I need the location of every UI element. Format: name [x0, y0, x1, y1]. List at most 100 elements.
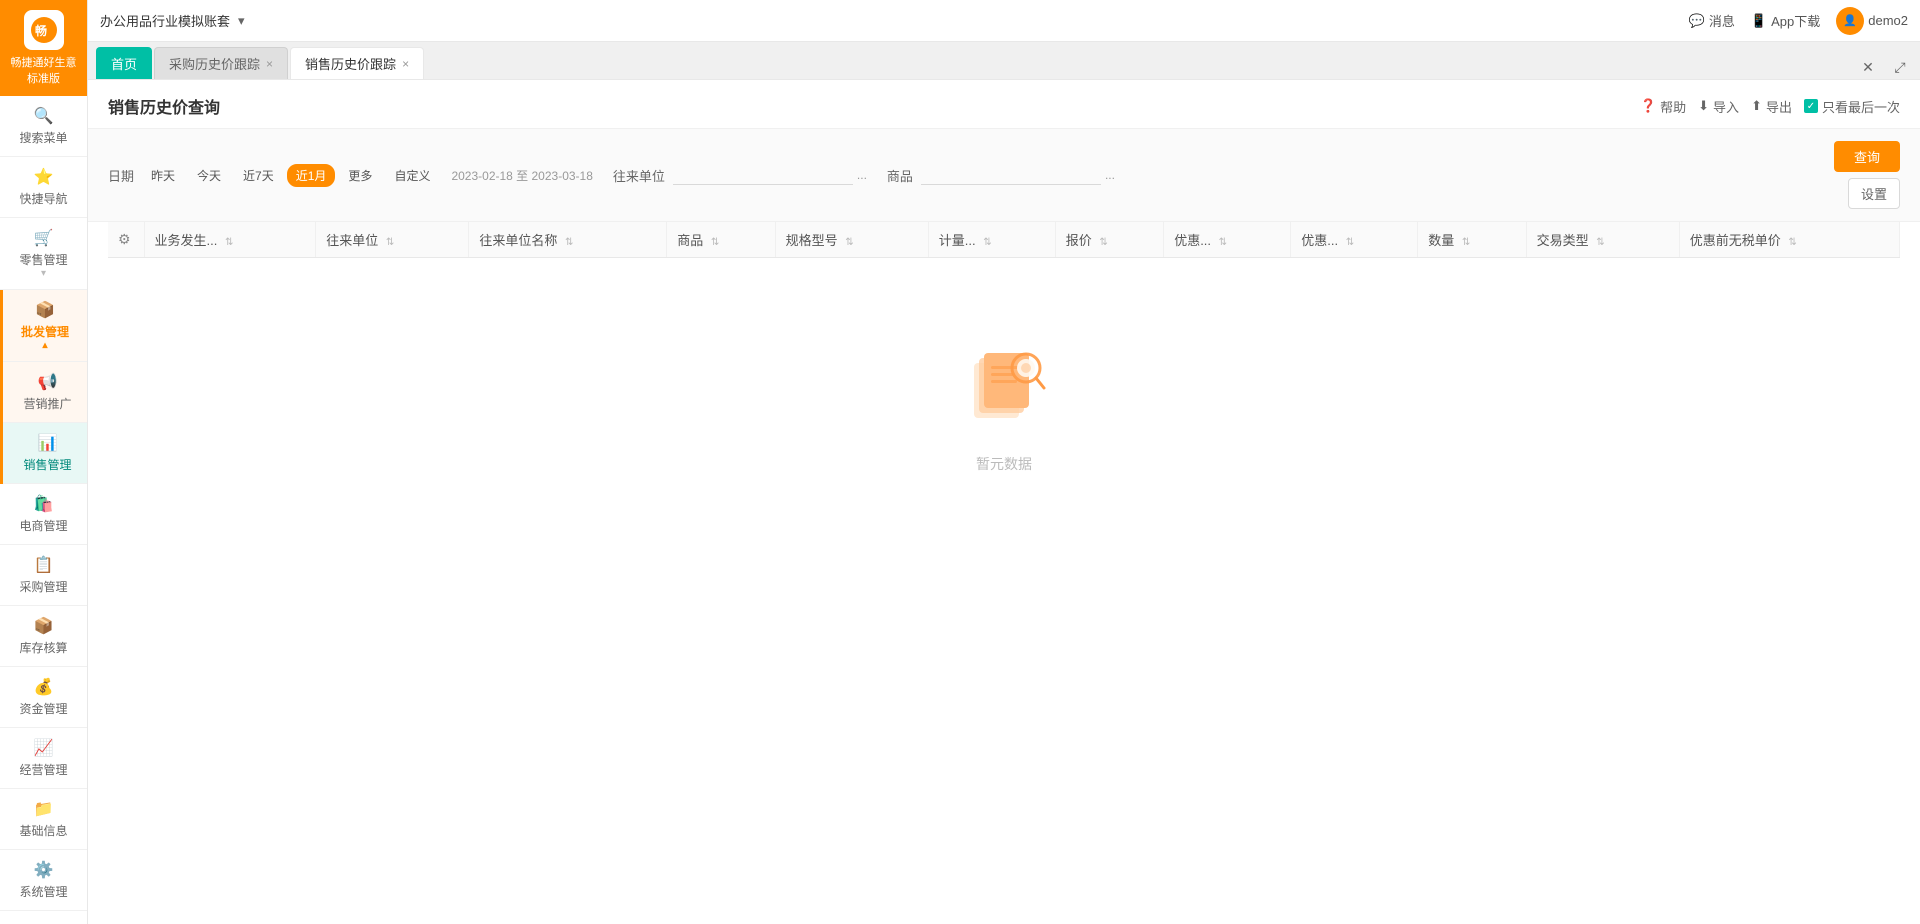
counterpart-dots[interactable]: ... — [857, 168, 867, 182]
sidebar-item-finance[interactable]: 💰 资金管理 — [0, 667, 87, 728]
message-btn[interactable]: 💬 消息 — [1689, 11, 1735, 30]
sidebar-item-operations[interactable]: 📈 经营管理 — [0, 728, 87, 789]
marketing-icon: 📢 — [38, 372, 58, 392]
purchase-mgmt-icon: 📋 — [34, 555, 54, 575]
tab-maximize-btn[interactable]: ⤢ — [1888, 55, 1912, 79]
app-download-icon: 📱 — [1751, 13, 1767, 29]
system-mgmt-icon: ⚙️ — [34, 860, 54, 880]
svg-text:畅: 畅 — [35, 23, 47, 38]
app-download-btn[interactable]: 📱 App下载 — [1751, 11, 1820, 30]
sort-icon-product: ⇅ — [711, 237, 719, 248]
topbar-title: 办公用品行业模拟账套 — [100, 11, 230, 30]
table-col-biz-date[interactable]: 业务发生... ⇅ — [144, 222, 316, 258]
date-filter-group: 日期 昨天 今天 近7天 近1月 更多 自定义 2023-02-18 至 202… — [108, 164, 593, 187]
table-wrapper: ⚙ 业务发生... ⇅ 往来单位 ⇅ 往来单位名称 ⇅ — [88, 222, 1920, 258]
sidebar-item-quick-nav[interactable]: ⭐ 快捷导航 — [0, 157, 87, 218]
counterpart-input[interactable] — [673, 165, 853, 185]
date-btn-yesterday[interactable]: 昨天 — [142, 164, 184, 187]
table-col-product[interactable]: 商品 ⇅ — [667, 222, 775, 258]
sort-icon-unit: ⇅ — [983, 237, 991, 248]
topbar-dropdown-icon[interactable]: ▾ — [238, 13, 245, 29]
sidebar-item-wholesale-mgmt[interactable]: 📦 批发管理 ▴ — [3, 290, 87, 362]
only-last-checkbox-label[interactable]: 只看最后一次 — [1804, 97, 1900, 116]
sidebar-item-ecommerce[interactable]: 🛍️ 电商管理 — [0, 484, 87, 545]
table-col-settings[interactable]: ⚙ — [108, 222, 144, 258]
sidebar-item-search-menu[interactable]: 🔍 搜索菜单 — [0, 96, 87, 157]
table-col-counterpart-name[interactable]: 往来单位名称 ⇅ — [469, 222, 667, 258]
message-icon: 💬 — [1689, 13, 1705, 29]
sort-icon-biz-date: ⇅ — [225, 237, 233, 248]
table-col-pretax-price[interactable]: 优惠前无税单价 ⇅ — [1679, 222, 1899, 258]
tab-sales-history-close[interactable]: × — [402, 57, 409, 71]
settings-button[interactable]: 设置 — [1848, 178, 1900, 209]
date-btn-custom[interactable]: 自定义 — [385, 164, 439, 187]
help-btn[interactable]: ❓ 帮助 — [1640, 97, 1686, 116]
sort-icon-counterpart-code: ⇅ — [386, 237, 394, 248]
sidebar-item-purchase-mgmt[interactable]: 📋 采购管理 — [0, 545, 87, 606]
product-input-wrapper: ... — [921, 165, 1115, 185]
tab-actions: ✕ ⤢ — [1856, 55, 1912, 79]
export-btn[interactable]: ⬆ 导出 — [1751, 97, 1792, 116]
date-btn-last1month[interactable]: 近1月 — [287, 164, 336, 187]
finance-icon: 💰 — [34, 677, 54, 697]
table-col-quote[interactable]: 报价 ⇅ — [1055, 222, 1163, 258]
only-last-checkbox[interactable] — [1804, 99, 1818, 113]
query-button[interactable]: 查询 — [1834, 141, 1900, 172]
page-header: 销售历史价查询 ❓ 帮助 ⬇ 导入 ⬆ 导出 只看最后一次 — [88, 80, 1920, 129]
date-range-text: 2023-02-18 至 2023-03-18 — [451, 167, 592, 184]
tab-purchase-history-label: 采购历史价跟踪 — [169, 54, 260, 73]
tab-purchase-history[interactable]: 采购历史价跟踪 × — [154, 47, 288, 79]
sidebar-item-system-mgmt[interactable]: ⚙️ 系统管理 — [0, 850, 87, 911]
tab-purchase-history-close[interactable]: × — [266, 57, 273, 71]
sidebar-item-inventory[interactable]: 📦 库存核算 — [0, 606, 87, 667]
sort-icon-discount2: ⇅ — [1346, 237, 1354, 248]
user-avatar: 👤 — [1836, 7, 1864, 35]
counterpart-label: 往来单位 — [613, 166, 665, 185]
sidebar: 畅 畅捷通好生意 标准版 🔍 搜索菜单 ⭐ 快捷导航 🛒 零售管理 ▾ 📦 批发… — [0, 0, 88, 924]
app-name: 畅捷通好生意 — [11, 54, 77, 70]
empty-text: 暂元数据 — [976, 454, 1032, 474]
chevron-down-icon: ▾ — [41, 268, 46, 279]
table-col-quantity[interactable]: 数量 ⇅ — [1418, 222, 1526, 258]
import-btn[interactable]: ⬇ 导入 — [1698, 97, 1739, 116]
sidebar-item-retail-mgmt[interactable]: 🛒 零售管理 ▾ — [0, 218, 87, 290]
retail-mgmt-icon: 🛒 — [34, 228, 54, 248]
app-version: 标准版 — [27, 70, 60, 86]
table-col-trade-type[interactable]: 交易类型 ⇅ — [1526, 222, 1679, 258]
product-dots[interactable]: ... — [1105, 168, 1115, 182]
sort-icon-quantity: ⇅ — [1462, 237, 1470, 248]
user-menu[interactable]: 👤 demo2 — [1836, 7, 1908, 35]
sort-icon-spec: ⇅ — [845, 237, 853, 248]
date-btn-group: 昨天 今天 近7天 近1月 更多 自定义 — [142, 164, 439, 187]
table-header-row: ⚙ 业务发生... ⇅ 往来单位 ⇅ 往来单位名称 ⇅ — [108, 222, 1900, 258]
chevron-up-icon: ▴ — [42, 340, 47, 351]
search-menu-icon: 🔍 — [34, 106, 54, 126]
product-input[interactable] — [921, 165, 1101, 185]
table-col-discount2[interactable]: 优惠... ⇅ — [1291, 222, 1418, 258]
table-gear-icon[interactable]: ⚙ — [118, 231, 131, 247]
tab-bar: 首页 采购历史价跟踪 × 销售历史价跟踪 × ✕ ⤢ — [88, 42, 1920, 80]
date-btn-today[interactable]: 今天 — [188, 164, 230, 187]
date-btn-last7days[interactable]: 近7天 — [234, 164, 283, 187]
help-icon: ❓ — [1640, 98, 1656, 114]
sales-mgmt-icon: 📊 — [38, 433, 58, 453]
tab-close-all-btn[interactable]: ✕ — [1856, 55, 1880, 79]
sidebar-item-marketing[interactable]: 📢 营销推广 — [3, 362, 87, 423]
page-title: 销售历史价查询 — [108, 94, 220, 118]
table-col-unit[interactable]: 计量... ⇅ — [928, 222, 1055, 258]
sidebar-item-basic-info[interactable]: 📁 基础信息 — [0, 789, 87, 850]
table-col-discount1[interactable]: 优惠... ⇅ — [1164, 222, 1291, 258]
sort-icon-discount1: ⇅ — [1219, 237, 1227, 248]
topbar-right: 💬 消息 📱 App下载 👤 demo2 — [1689, 7, 1908, 35]
table-col-spec[interactable]: 规格型号 ⇅ — [775, 222, 928, 258]
tab-home[interactable]: 首页 — [96, 47, 152, 79]
sidebar-item-enterprise[interactable]: 🤝 企业协同 — [0, 911, 87, 924]
import-icon: ⬇ — [1698, 98, 1709, 114]
table-col-counterpart-code[interactable]: 往来单位 ⇅ — [316, 222, 469, 258]
export-icon: ⬆ — [1751, 98, 1762, 114]
sort-icon-counterpart-name: ⇅ — [565, 237, 573, 248]
main-area: 办公用品行业模拟账套 ▾ 💬 消息 📱 App下载 👤 demo2 首页 — [88, 0, 1920, 924]
sidebar-item-sales-mgmt[interactable]: 📊 销售管理 — [3, 423, 87, 484]
date-btn-more[interactable]: 更多 — [339, 164, 381, 187]
tab-sales-history[interactable]: 销售历史价跟踪 × — [290, 47, 424, 79]
